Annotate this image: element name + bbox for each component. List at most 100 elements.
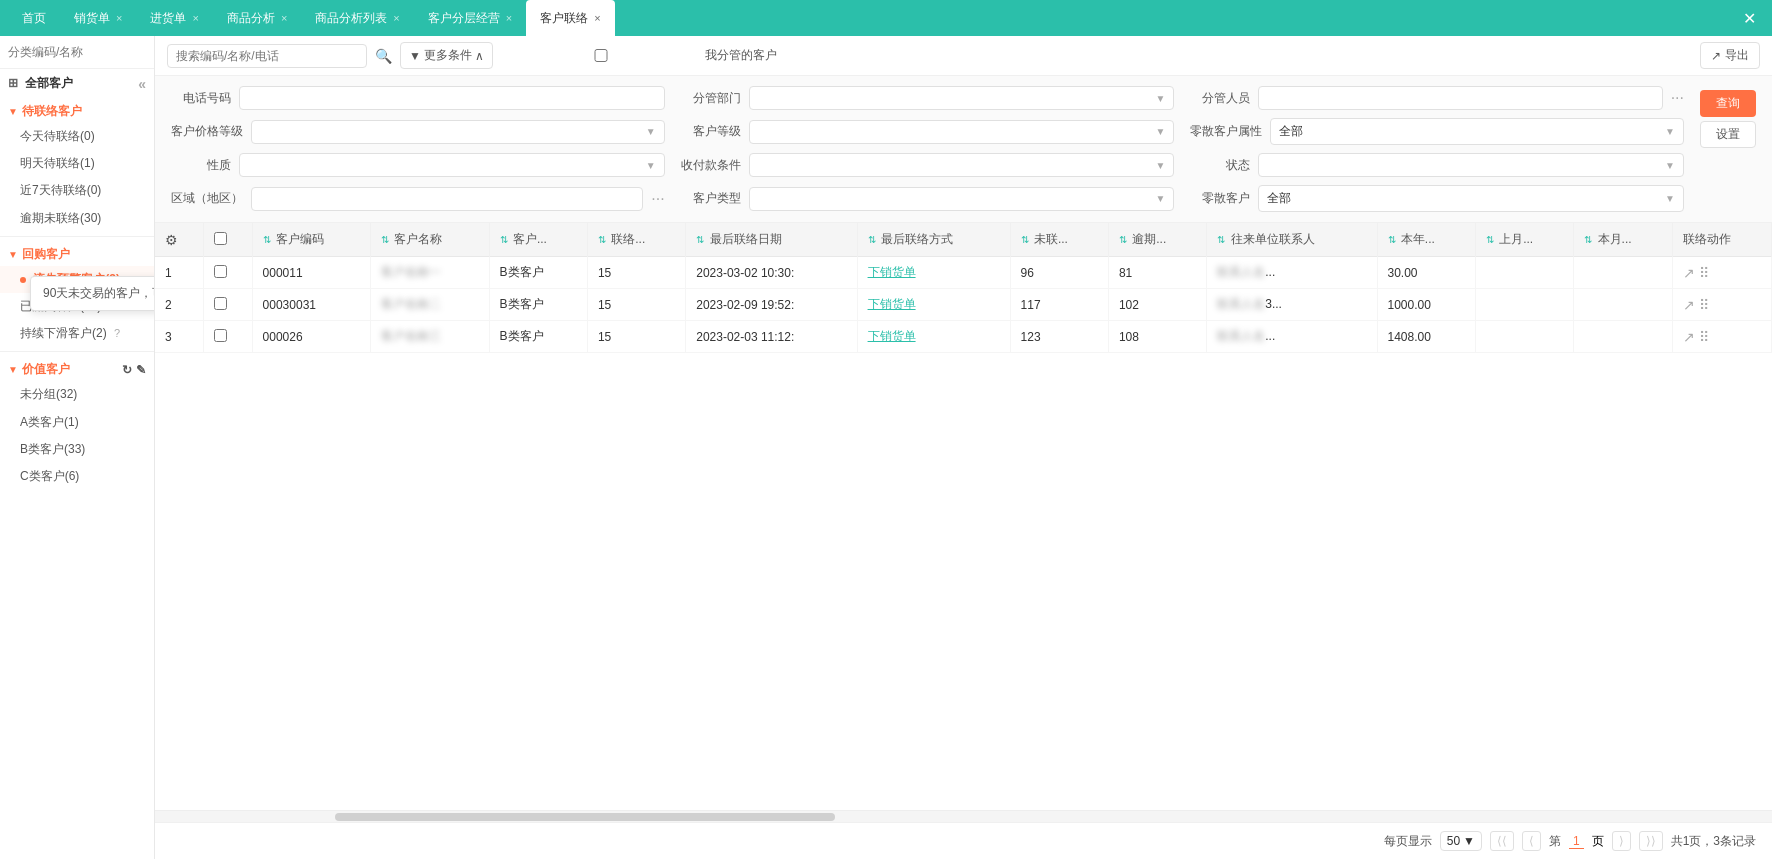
per-page-chevron: ▼ [1463,834,1475,848]
scroll-thumb[interactable] [335,813,835,821]
this-month-sort-icon[interactable]: ⇅ [1584,234,1592,245]
sidebar-group-pending[interactable]: ▼ 待联络客户 [0,98,154,123]
tab-home[interactable]: 首页 [8,0,60,36]
settings-gear-header[interactable]: ⚙ [155,223,203,257]
export-button[interactable]: ↗ 导出 [1700,42,1760,69]
col-overdue: ⇅ 逾期... [1108,223,1206,257]
row2-last-date: 2023-02-09 19:52: [686,289,857,321]
current-page: 1 [1569,834,1584,849]
search-input[interactable] [167,44,367,68]
region-input[interactable] [251,187,643,211]
row2-checkbox[interactable] [203,289,252,321]
row3-more-icon[interactable]: ⠿ [1699,329,1709,345]
row2-more-icon[interactable]: ⠿ [1699,297,1709,313]
phone-label: 电话号码 [171,90,231,107]
sidebar-group-value[interactable]: ▼ 价值客户 ↻ ✎ [0,356,154,381]
row1-type: B类客户 [489,257,587,289]
zero-attr-select[interactable]: 全部 ▼ [1270,118,1684,145]
row3-contact-icon[interactable]: ↗ [1683,329,1695,345]
sidebar-item-class-a[interactable]: A类客户(1) [0,409,154,436]
sidebar-item-class-c[interactable]: C类客户(6) [0,463,154,490]
row3-checkbox[interactable] [203,321,252,353]
tab-purchase-close[interactable]: × [192,12,198,24]
tab-product-analysis-close[interactable]: × [281,12,287,24]
sidebar-item-declining[interactable]: 持续下滑客户(2) ? [0,320,154,347]
sidebar-item-ungrouped[interactable]: 未分组(32) [0,381,154,408]
sidebar-item-tomorrow[interactable]: 明天待联络(1) [0,150,154,177]
gear-icon[interactable]: ⚙ [165,232,178,248]
row3-this-month [1574,321,1672,353]
this-year-sort-icon[interactable]: ⇅ [1388,234,1396,245]
last-method-sort-icon[interactable]: ⇅ [868,234,876,245]
name-sort-icon[interactable]: ⇅ [381,234,389,245]
tab-customer-tier-close[interactable]: × [506,12,512,24]
my-customers-checkbox[interactable] [501,49,701,62]
person-more-icon[interactable]: ··· [1671,89,1684,107]
contact-count-sort-icon[interactable]: ⇅ [598,234,606,245]
filter-search-icon[interactable]: 🔍 [375,48,392,64]
uncontacted-sort-icon[interactable]: ⇅ [1021,234,1029,245]
tab-product-analysis[interactable]: 商品分析 × [213,0,301,36]
row1-last-method[interactable]: 下销货单 [857,257,1010,289]
churn-warning-tooltip: 90天未交易的客户，可能有流失风险。 [30,276,155,311]
checkbox-header[interactable] [203,223,252,257]
tab-customer-tier[interactable]: 客户分层经营 × [414,0,526,36]
col-action: 联络动作 [1672,223,1771,257]
nature-select[interactable]: ▼ [239,153,665,177]
select-all-checkbox[interactable] [214,232,227,245]
sidebar-search-input[interactable] [8,45,155,59]
row3-last-method[interactable]: 下销货单 [857,321,1010,353]
declining-help-icon[interactable]: ? [114,327,120,339]
next-page-btn[interactable]: ⟩ [1612,831,1631,851]
row2-last-method[interactable]: 下销货单 [857,289,1010,321]
tab-product-list[interactable]: 商品分析列表 × [301,0,413,36]
phone-input[interactable] [239,86,665,110]
last-month-sort-icon[interactable]: ⇅ [1486,234,1494,245]
sidebar-item-overdue[interactable]: 逾期未联络(30) [0,205,154,232]
filter-more-btn[interactable]: ▼ 更多条件 ∧ [400,42,493,69]
row1-last-date: 2023-03-02 10:30: [686,257,857,289]
overdue-sort-icon[interactable]: ⇅ [1119,234,1127,245]
tab-customer-contact[interactable]: 客户联络 × [526,0,614,36]
row1-checkbox[interactable] [203,257,252,289]
sidebar-item-week[interactable]: 近7天待联络(0) [0,177,154,204]
tab-purchase[interactable]: 进货单 × [136,0,212,36]
my-customers-filter[interactable]: 我分管的客户 [501,47,777,64]
zero-retail-select[interactable]: 全部 ▼ [1258,185,1684,212]
sidebar-collapse-btn[interactable]: « [138,76,146,92]
payment-select[interactable]: ▼ [749,153,1175,177]
row1-contact-icon[interactable]: ↗ [1683,265,1695,281]
per-page-select[interactable]: 50 ▼ [1440,831,1482,851]
type-sort-icon[interactable]: ⇅ [500,234,508,245]
row1-more-icon[interactable]: ⠿ [1699,265,1709,281]
customer-type-select[interactable]: ▼ [749,187,1175,211]
last-date-sort-icon[interactable]: ⇅ [696,234,704,245]
settings-button[interactable]: 设置 [1700,121,1756,148]
row2-contact-icon[interactable]: ↗ [1683,297,1695,313]
customer-level-select[interactable]: ▼ [749,120,1175,144]
sidebar-all-customers[interactable]: ⊞ 全部客户 « [0,69,154,98]
sidebar-item-today[interactable]: 今天待联络(0) [0,123,154,150]
tab-sales-close[interactable]: × [116,12,122,24]
first-page-btn[interactable]: ⟨⟨ [1490,831,1514,851]
contact-person-sort-icon[interactable]: ⇅ [1217,234,1225,245]
dept-select[interactable]: ▼ [749,86,1175,110]
sidebar-group-repurchase[interactable]: ▼ 回购客户 [0,241,154,266]
code-sort-icon[interactable]: ⇅ [263,234,271,245]
region-more-icon[interactable]: ··· [651,190,664,208]
tab-product-list-close[interactable]: × [393,12,399,24]
last-page-btn[interactable]: ⟩⟩ [1639,831,1663,851]
horizontal-scrollbar[interactable] [155,810,1772,822]
tab-customer-contact-close[interactable]: × [594,12,600,24]
value-edit-icon[interactable]: ✎ [136,363,146,377]
person-input[interactable] [1258,86,1662,110]
row3-type: B类客户 [489,321,587,353]
status-select[interactable]: ▼ [1258,153,1684,177]
query-button[interactable]: 查询 [1700,90,1756,117]
price-level-select[interactable]: ▼ [251,120,665,144]
sidebar-item-class-b[interactable]: B类客户(33) [0,436,154,463]
prev-page-btn[interactable]: ⟨ [1522,831,1541,851]
window-close-button[interactable]: ✕ [1735,9,1764,28]
value-refresh-icon[interactable]: ↻ [122,363,132,377]
tab-sales[interactable]: 销货单 × [60,0,136,36]
